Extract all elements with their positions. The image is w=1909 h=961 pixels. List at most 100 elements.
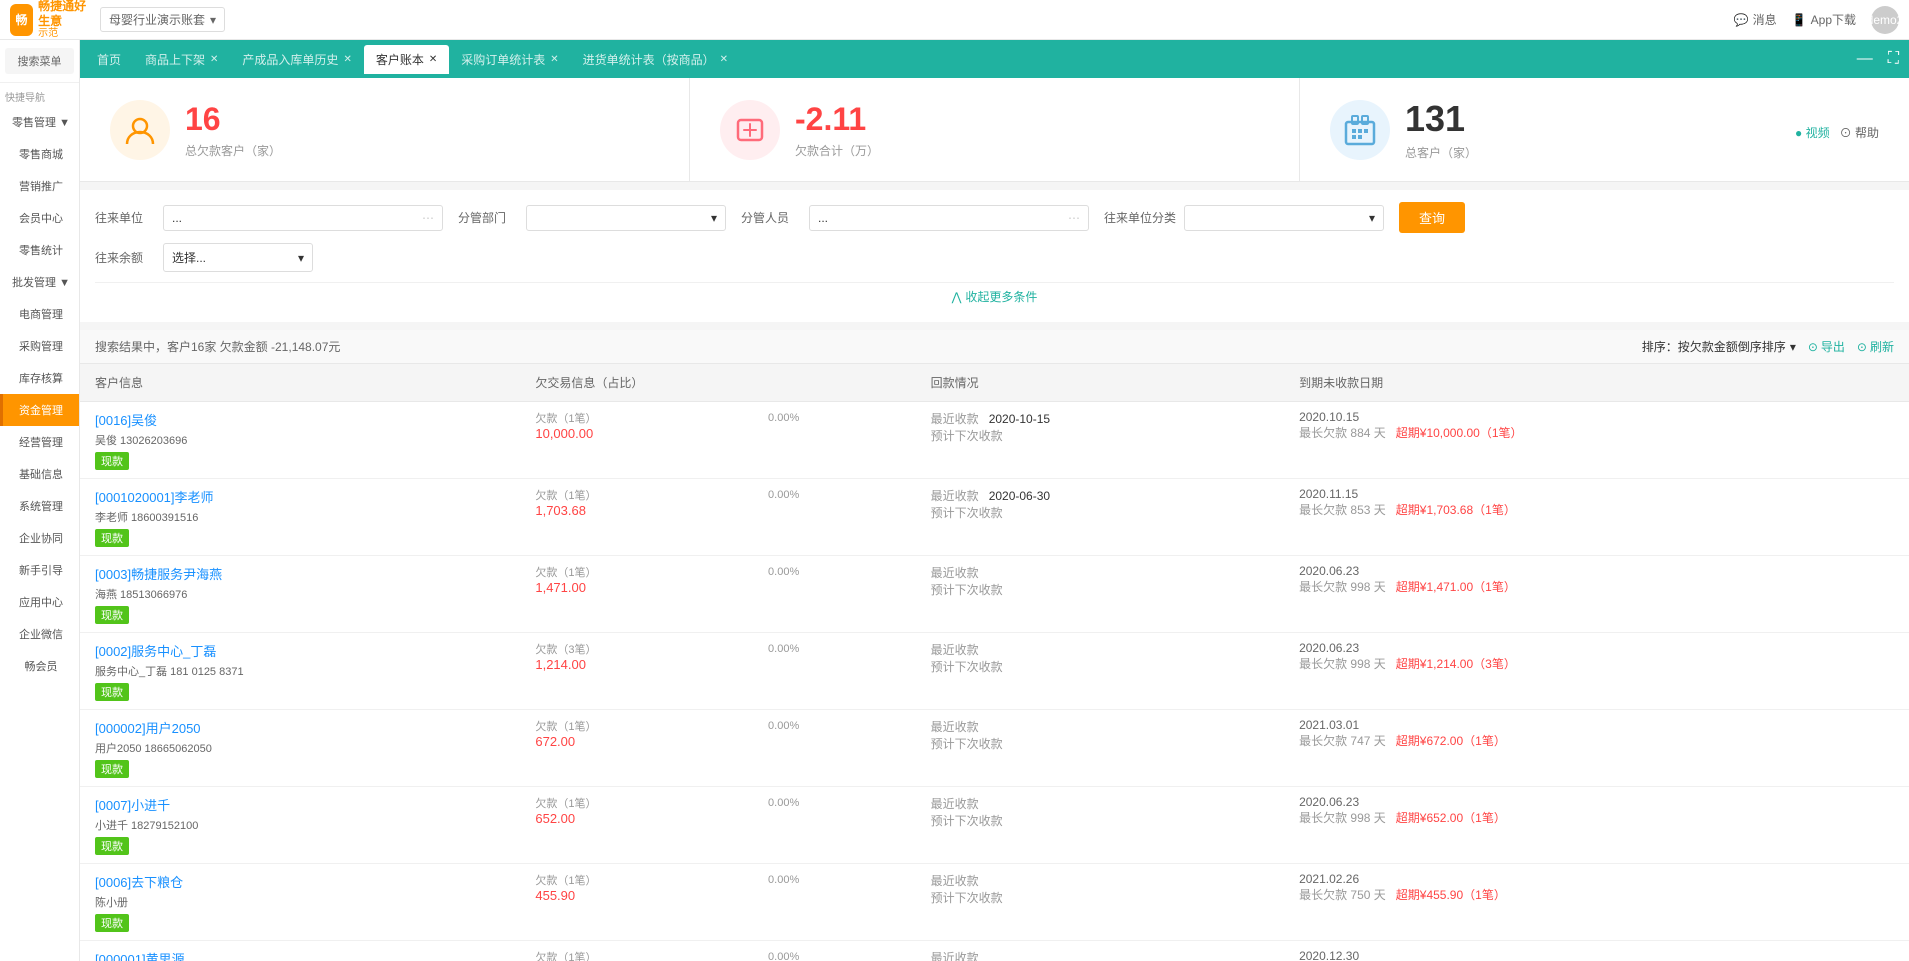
collapse-btn[interactable]: ⋀ 收起更多条件 (95, 282, 1894, 310)
refresh-btn[interactable]: ⊙ 刷新 (1857, 338, 1894, 355)
sidebar-item-finance-mgmt[interactable]: 资金管理 (0, 394, 79, 426)
source-unit-label: 往来单位 (95, 209, 155, 226)
debt-amount[interactable]: 10,000.00 (535, 426, 730, 441)
table-header-row: 客户信息 欠交易信息（占比） 回款情况 到期未收款日期 (80, 364, 1909, 402)
logo-icon: 畅 (10, 4, 33, 36)
sort-select[interactable]: 排序：按欠款金额倒序排序 ▾ (1642, 338, 1796, 355)
overdue-link[interactable]: 超期¥652.00（1笔） (1396, 811, 1506, 825)
dept-select[interactable]: ▾ (526, 205, 726, 231)
tab-home[interactable]: 首页 (85, 45, 133, 74)
overdue-link[interactable]: 超期¥455.90（1笔） (1396, 888, 1506, 902)
help-btn[interactable]: ⊙ 帮助 (1840, 124, 1879, 141)
overdue-link[interactable]: 超期¥1,471.00（1笔） (1396, 580, 1516, 594)
debt-amount[interactable]: 1,214.00 (535, 657, 730, 672)
tab-expand-btn[interactable]: ⛶ (1883, 48, 1904, 70)
sidebar-item-basic-info[interactable]: 基础信息 (0, 458, 79, 490)
sidebar-item-enterprise-coop[interactable]: 企业协同 (0, 522, 79, 554)
sidebar-item-retail-stats[interactable]: 零售统计 (0, 234, 79, 266)
avatar[interactable]: demo2 (1871, 6, 1899, 34)
tab-inbound-stats-label: 进货单统计表（按商品） (583, 51, 715, 68)
sidebar-item-newbie-guide[interactable]: 新手引导 (0, 554, 79, 586)
next-payment-label: 预计下次收款 (931, 812, 1269, 829)
sidebar-item-member-center[interactable]: 会员中心 (0, 202, 79, 234)
industry-select[interactable]: 母婴行业演示账套 ▾ (100, 7, 225, 32)
tab-customer-account[interactable]: 客户账本 ✕ (364, 45, 449, 74)
tab-purchase-stats[interactable]: 采购订单统计表 ✕ (449, 45, 570, 74)
customer-info-cell: [0003]畅捷服务尹海燕 海燕 18513066976 现款 (80, 556, 520, 633)
tab-purchase-stats-close[interactable]: ✕ (550, 54, 558, 65)
video-btn[interactable]: ● 视频 (1795, 124, 1830, 141)
overdue-days: 最长欠款 998 天 超期¥652.00（1笔） (1299, 809, 1894, 826)
debt-amount[interactable]: 652.00 (535, 811, 730, 826)
sidebar-item-inventory[interactable]: 库存核算 (0, 362, 79, 394)
stat-debt-customers-info: 16 总欠款客户（家） (185, 101, 281, 159)
overdue-link[interactable]: 超期¥10,000.00（1笔） (1396, 426, 1523, 440)
tab-inbound-stats[interactable]: 进货单统计表（按商品） ✕ (571, 45, 740, 74)
customer-name[interactable]: [0003]畅捷服务尹海燕 (95, 564, 505, 583)
due-date: 2020.12.30 (1299, 949, 1894, 961)
sidebar-item-retail-mall[interactable]: 零售商城 (0, 138, 79, 170)
sidebar-item-pro-member[interactable]: 畅会员 (0, 650, 79, 682)
balance-select[interactable]: 选择... ▾ (163, 243, 313, 272)
query-btn[interactable]: 查询 (1399, 202, 1465, 233)
sidebar-item-system-mgmt[interactable]: 系统管理 (0, 490, 79, 522)
source-unit-input[interactable]: ... ⋯ (163, 205, 443, 231)
debt-amount[interactable]: 1,471.00 (535, 580, 730, 595)
debt-percentage-cell: 0.00% (745, 479, 916, 556)
filter-manager: 分管人员 ... ⋯ (741, 205, 1089, 231)
payment-status-cell: 最近收款 预计下次收款 (916, 941, 1284, 961)
sidebar-item-biz-mgmt[interactable]: 经营管理 (0, 426, 79, 458)
sidebar-item-ecom-mgmt[interactable]: 电商管理 (0, 298, 79, 330)
debt-amount[interactable]: 672.00 (535, 734, 730, 749)
customer-name[interactable]: [0001020001]李老师 (95, 487, 505, 506)
tab-collapse-btn[interactable]: — (1852, 48, 1878, 70)
dept-chevron-icon: ▾ (711, 211, 717, 225)
manager-input[interactable]: ... ⋯ (809, 205, 1089, 231)
debt-total-label: 欠款合计（万） (795, 142, 879, 159)
table-row: [0006]去下粮仓 陈小册 现款 欠款（1笔） 455.90 0.00% 最近… (80, 864, 1909, 941)
sidebar-item-marketing[interactable]: 营销推广 (0, 170, 79, 202)
debt-amount[interactable]: 455.90 (535, 888, 730, 903)
tab-product-history-close[interactable]: ✕ (343, 54, 351, 65)
unit-category-select[interactable]: ▾ (1184, 205, 1384, 231)
customer-name[interactable]: [0007]小进千 (95, 795, 505, 814)
user-label: demo2 (1871, 13, 1899, 27)
sidebar-item-retail-mgmt[interactable]: 零售管理 ▼ (0, 106, 79, 138)
due-date-cell: 2020.10.15 最长欠款 884 天 超期¥10,000.00（1笔） (1284, 402, 1909, 479)
tab-customer-account-close[interactable]: ✕ (429, 54, 437, 65)
sidebar-item-batch-mgmt[interactable]: 批发管理 ▼ (0, 266, 79, 298)
debt-amount[interactable]: 1,703.68 (535, 503, 730, 518)
overdue-link[interactable]: 超期¥672.00（1笔） (1396, 734, 1506, 748)
customer-name[interactable]: [000001]黄思源 (95, 949, 505, 961)
next-payment-label: 预计下次收款 (931, 427, 1269, 444)
export-btn[interactable]: ⊙ 导出 (1808, 338, 1845, 355)
sidebar-item-app-center[interactable]: 应用中心 (0, 586, 79, 618)
message-btn[interactable]: 💬 消息 (1734, 11, 1777, 28)
customer-phone: 李老师 18600391516 (95, 509, 505, 525)
customer-info-cell: [0001020001]李老师 李老师 18600391516 现款 (80, 479, 520, 556)
customer-name[interactable]: [000002]用户2050 (95, 718, 505, 737)
tab-product-listing-close[interactable]: ✕ (210, 54, 218, 65)
customer-name[interactable]: [0006]去下粮仓 (95, 872, 505, 891)
tab-inbound-stats-close[interactable]: ✕ (720, 54, 728, 65)
last-payment-label: 最近收款 (931, 795, 1269, 812)
debt-percentage: 0.00% (768, 489, 799, 501)
overdue-link[interactable]: 超期¥1,214.00（3笔） (1396, 657, 1516, 671)
debt-customers-icon (110, 100, 170, 160)
tab-product-history[interactable]: 产成品入库单历史 ✕ (230, 45, 363, 74)
debt-percentage: 0.00% (768, 566, 799, 578)
app-download-btn[interactable]: 📱 App下载 (1792, 11, 1856, 28)
customer-name[interactable]: [0016]吴俊 (95, 410, 505, 429)
debt-count: 欠款（1笔） (535, 564, 730, 580)
filter-row-1: 往来单位 ... ⋯ 分管部门 ▾ 分管人员 (95, 202, 1894, 233)
sidebar-item-enterprise-wechat[interactable]: 企业微信 (0, 618, 79, 650)
customer-name[interactable]: [0002]服务中心_丁磊 (95, 641, 505, 660)
unit-category-chevron-icon: ▾ (1369, 211, 1375, 225)
sidebar-item-purchase-mgmt[interactable]: 采购管理 (0, 330, 79, 362)
col-debt-info: 欠交易信息（占比） (520, 364, 915, 402)
tab-product-listing[interactable]: 商品上下架 ✕ (133, 45, 230, 74)
overdue-link[interactable]: 超期¥1,703.68（1笔） (1396, 503, 1516, 517)
due-date: 2021.02.26 (1299, 872, 1894, 886)
search-menu-btn[interactable]: 搜索菜单 (5, 48, 74, 74)
next-payment-label: 预计下次收款 (931, 658, 1269, 675)
